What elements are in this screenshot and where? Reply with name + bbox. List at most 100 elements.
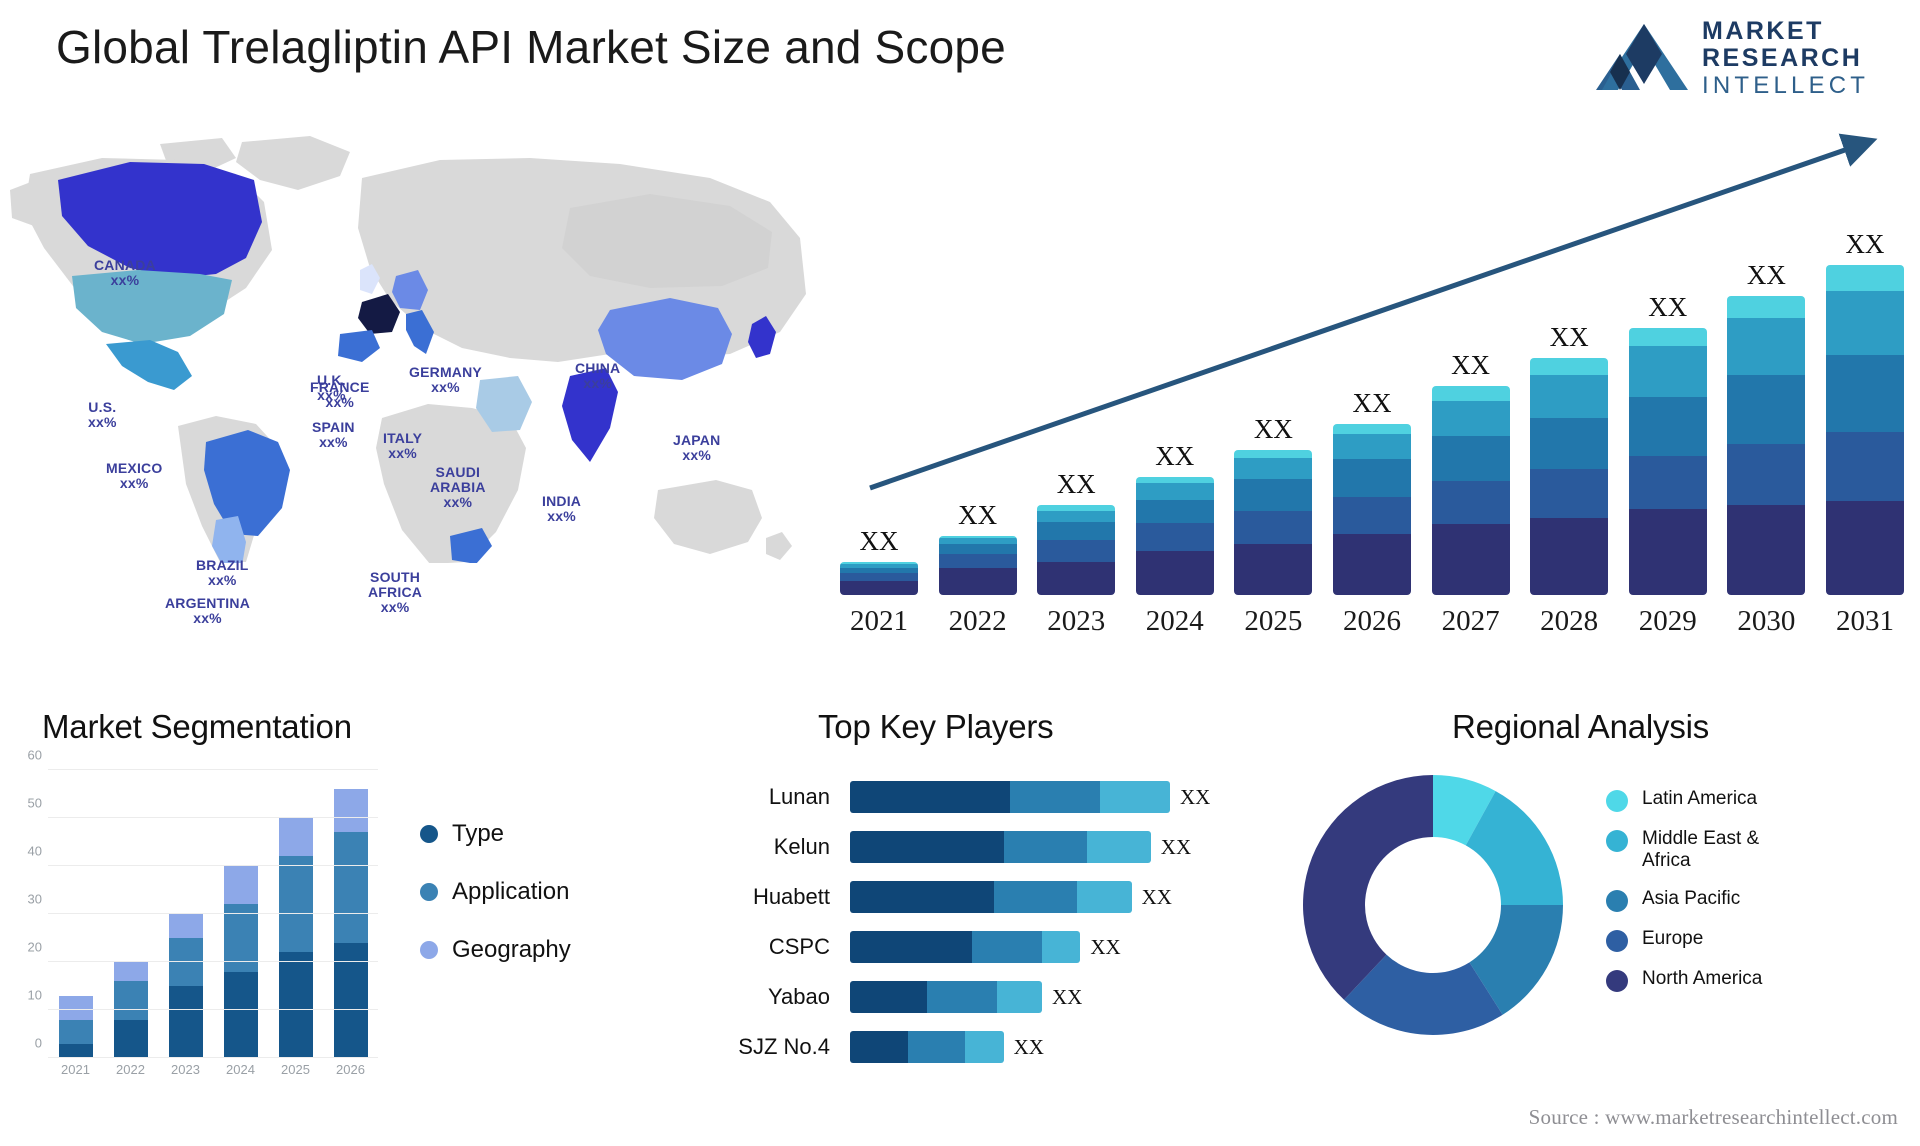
player-bar — [850, 981, 1042, 1013]
growth-bar-segment — [1727, 443, 1806, 505]
segmentation-legend: Type Application Geography — [420, 820, 640, 994]
growth-bar-segment — [1628, 396, 1707, 456]
growth-bar-segment — [1135, 550, 1214, 595]
regional-legend-label: Latin America — [1642, 788, 1758, 809]
segmentation-x-tick: 2023 — [171, 1062, 200, 1077]
segmentation-bar-segment — [58, 1019, 93, 1044]
regional-legend-label: North America — [1642, 968, 1763, 989]
player-bar — [850, 881, 1132, 913]
map-label-percent: xx% — [380, 599, 410, 615]
legend-color-dot-icon — [1606, 890, 1628, 912]
segmentation-bar-segment — [223, 971, 258, 1058]
growth-bar-segment — [1431, 385, 1510, 401]
segmentation-legend-item: Application — [420, 878, 640, 906]
growth-bar-column: XX — [1332, 388, 1411, 595]
donut-slice — [1303, 775, 1433, 1000]
growth-bar-column: XX — [1530, 322, 1609, 595]
growth-bar-segment — [1530, 418, 1609, 470]
regional-analysis-title: Regional Analysis — [1452, 708, 1710, 745]
regional-legend-label: Asia Pacific — [1642, 888, 1741, 909]
growth-bar-column: XX — [1234, 414, 1313, 595]
map-label-country: SAUDI ARABIA — [430, 464, 486, 495]
segmentation-gridline: 10 — [28, 988, 378, 1010]
growth-bar-segment — [1037, 561, 1116, 595]
regional-donut — [1290, 762, 1576, 1048]
regional-legend-item: Asia Pacific — [1606, 888, 1906, 912]
map-label-country: ITALY — [383, 430, 423, 446]
top-key-players-chart: Lunan XX Kelun XX Huabett XX CSPC XX Yabao XX SJZ … — [650, 780, 1270, 1100]
segmentation-gridline: 50 — [28, 796, 378, 818]
growth-bar-stack — [1727, 296, 1806, 595]
segmentation-bar-segment — [168, 986, 203, 1058]
map-label-percent: xx% — [431, 379, 460, 395]
player-bar-segment — [1099, 781, 1170, 813]
growth-bar-column: XX — [1037, 468, 1116, 595]
player-bar — [850, 931, 1081, 963]
growth-bar-segment — [1234, 457, 1313, 480]
map-label-country: CHINA — [575, 360, 621, 376]
legend-color-dot-icon — [1606, 970, 1628, 992]
map-label-south-africa: SOUTH AFRICA xx% — [368, 570, 422, 615]
map-label-percent: xx% — [388, 445, 417, 461]
player-name: Huabett — [752, 884, 830, 909]
player-value: XX — [1090, 934, 1121, 959]
player-value: XX — [1141, 884, 1172, 909]
growth-bar-segment — [1727, 504, 1806, 595]
growth-bar-segment — [1037, 540, 1116, 562]
player-bar — [850, 1031, 1004, 1063]
segmentation-bar-segment — [168, 914, 203, 938]
segmentation-bar-column — [58, 770, 93, 1058]
map-label-country: CANADA — [94, 257, 156, 273]
map-label-percent: xx% — [682, 447, 712, 463]
growth-bar-value: XX — [1056, 468, 1096, 499]
legend-color-dot-icon — [1606, 930, 1628, 952]
map-label-china: CHINA xx% — [575, 361, 620, 391]
growth-bar-segment — [1135, 483, 1214, 500]
map-label-spain: SPAIN xx% — [312, 420, 355, 450]
segmentation-y-tick: 30 — [27, 891, 42, 907]
player-value: XX — [1160, 834, 1192, 859]
segmentation-bar-segment — [333, 789, 368, 833]
growth-bar-segment — [840, 573, 918, 582]
growth-bar-column: XX — [1628, 292, 1707, 595]
player-row: SJZ No.4 XX — [650, 1030, 1270, 1064]
world-map-svg — [10, 136, 806, 563]
map-label-u-s: U.S. xx% — [88, 400, 117, 430]
growth-bar-column: XX — [1135, 441, 1214, 595]
growth-bars: XX XX XX XX XX XX XX XX XX XX XX — [840, 195, 1920, 595]
growth-bar-segment — [1332, 459, 1411, 497]
growth-year-label: 2029 — [1638, 604, 1697, 637]
player-bar-segment — [965, 1031, 1004, 1063]
growth-bar-stack — [1332, 424, 1411, 595]
growth-bar-segment — [1628, 508, 1707, 595]
regional-donut-svg — [1303, 775, 1563, 1035]
growth-year-label: 2028 — [1540, 604, 1599, 637]
map-label-percent: xx% — [319, 434, 348, 450]
market-segmentation-chart: 0 10 20 30 40 50 60 2021 2022 2023 2024 2025 2026 T… — [28, 748, 650, 1130]
player-bar-segment — [907, 1031, 966, 1063]
segmentation-legend-item: Type — [420, 820, 640, 848]
segmentation-x-tick: 2024 — [226, 1062, 255, 1077]
player-bar-segment — [1077, 881, 1132, 913]
map-label-country: SPAIN — [312, 419, 355, 435]
segmentation-bar-column — [223, 770, 258, 1058]
map-label-country: INDIA — [542, 493, 582, 509]
world-map: CANADA xx% U.S. xx% MEXICO xx% BRAZIL xx% ARGENT… — [10, 118, 840, 626]
segmentation-bar-segment — [168, 938, 203, 986]
segmentation-legend-label: Application — [452, 878, 570, 905]
source-attribution: Source : www.marketresearchintellect.com — [1528, 1105, 1898, 1129]
segmentation-x-axis: 2021 2022 2023 2024 2025 2026 — [48, 1062, 378, 1077]
segmentation-gridline: 40 — [28, 844, 378, 866]
player-value: XX — [1052, 984, 1083, 1009]
growth-bar-segment — [1135, 499, 1214, 524]
player-row: Yabao XX — [650, 980, 1270, 1014]
segmentation-y-tick: 0 — [34, 1035, 42, 1051]
segmentation-y-tick: 50 — [27, 795, 42, 811]
regional-legend-label: Middle East & Africa — [1642, 828, 1760, 871]
growth-bar-column: XX — [1727, 260, 1806, 595]
growth-bar-segment — [1431, 524, 1510, 595]
segmentation-bar-segment — [113, 1019, 148, 1058]
growth-bar-segment — [840, 581, 918, 595]
growth-bar-segment — [1332, 433, 1411, 460]
top-key-players-title: Top Key Players — [818, 708, 1054, 745]
